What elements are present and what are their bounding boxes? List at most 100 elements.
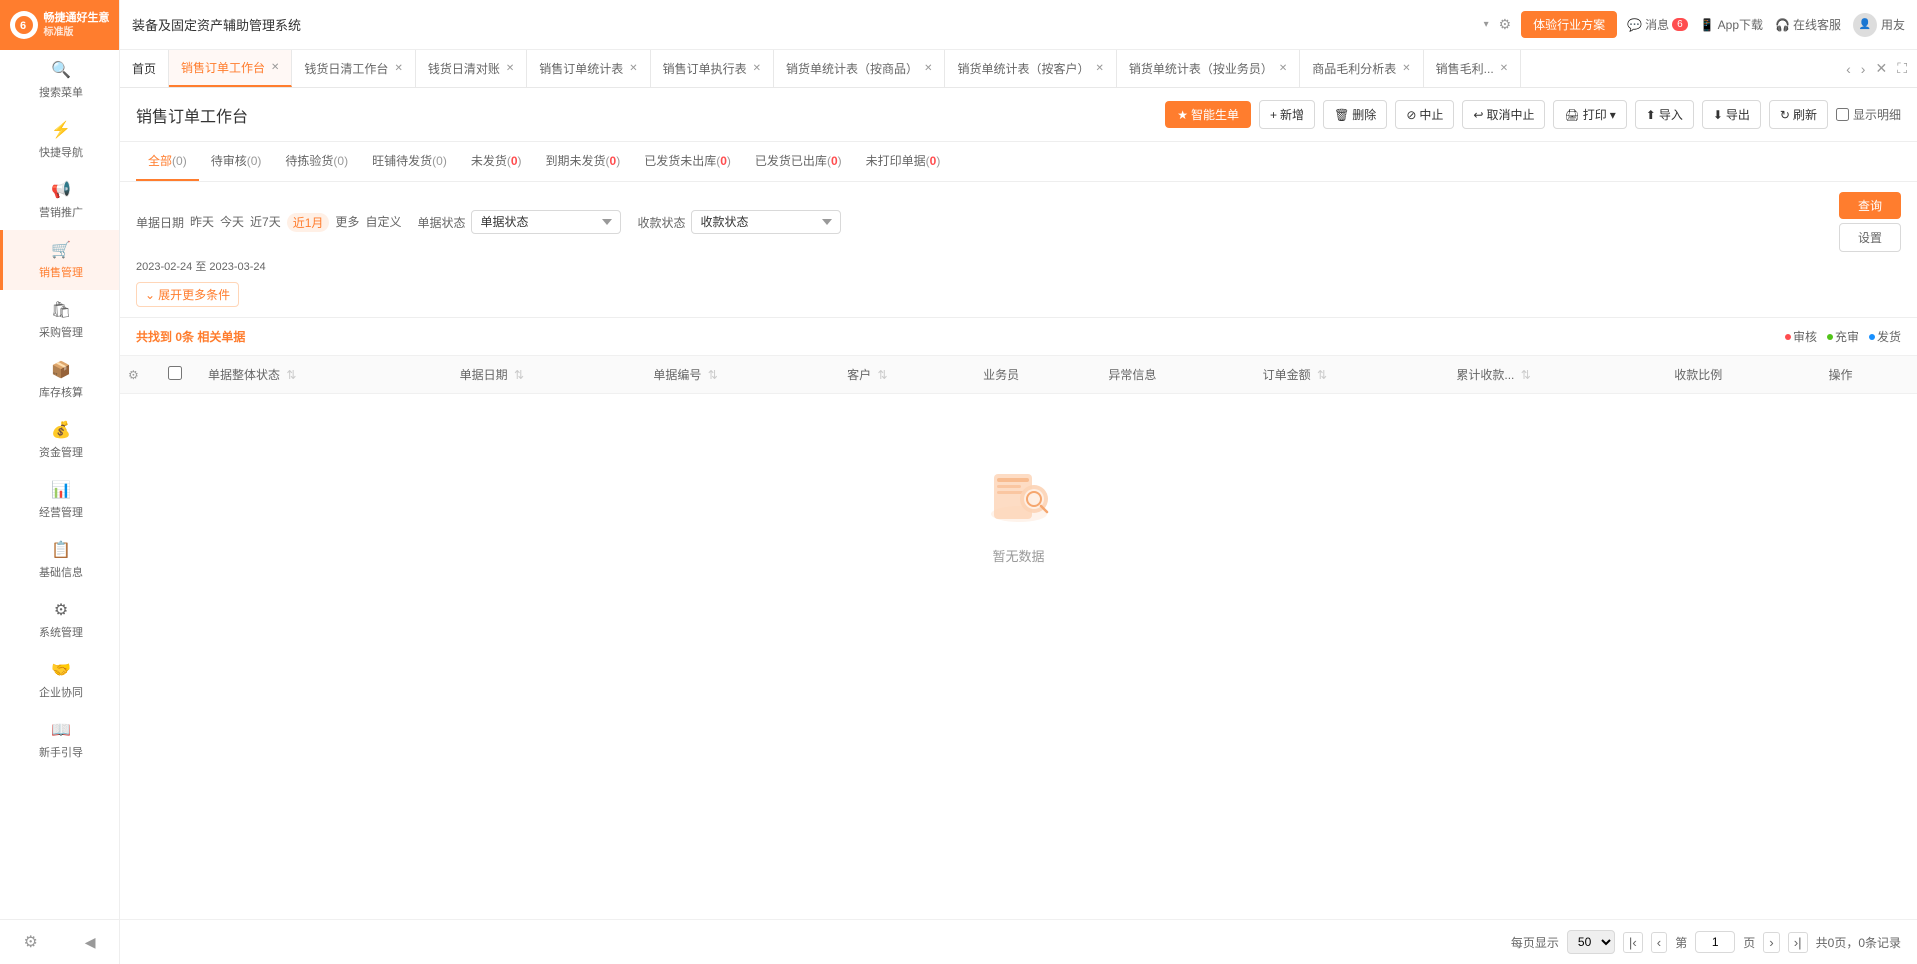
cancel-review-dot [1827, 334, 1833, 340]
settings-icon[interactable]: ⚙ [1499, 16, 1512, 33]
sidebar-item-quick-nav[interactable]: ⚡ 快捷导航 [0, 110, 119, 170]
sub-tab-all[interactable]: 全部 ( 0 ) [136, 142, 199, 181]
message-btn[interactable]: 💬 消息 6 [1627, 16, 1688, 33]
box-icon: 📦 [51, 360, 71, 380]
tab-close-cash-daily[interactable]: ✕ [394, 63, 402, 74]
tab-home[interactable]: 首页 [120, 50, 169, 87]
tab-cash-reconcile[interactable]: 钱货日清对账 ✕ [416, 50, 527, 87]
settings-col-icon[interactable]: ⚙ [128, 368, 139, 382]
tab-close-sales-stat3[interactable]: ✕ [1095, 63, 1103, 74]
sub-tab-pending-review[interactable]: 待审核 ( 0 ) [199, 142, 274, 181]
tab-cash-daily[interactable]: 钱货日清工作台 ✕ [292, 50, 415, 87]
sidebar-item-marketing[interactable]: 📢 营销推广 [0, 170, 119, 230]
first-page-btn[interactable]: |‹ [1623, 932, 1643, 953]
last-page-btn[interactable]: ›| [1788, 932, 1808, 953]
prev-page-btn[interactable]: ‹ [1651, 932, 1667, 953]
tab-sales-workbench[interactable]: 销售订单工作台 ✕ [169, 50, 292, 87]
print-btn[interactable]: 🖨 打印 ▾ [1553, 100, 1626, 129]
sidebar-item-basic-info[interactable]: 📋 基础信息 [0, 530, 119, 590]
sub-tab-pending-inspect[interactable]: 待拣验货 ( 0 ) [273, 142, 360, 181]
sub-tab-wangpu[interactable]: 旺铺待发货 ( 0 ) [360, 142, 459, 181]
date-custom[interactable]: 自定义 [365, 213, 401, 232]
tab-close-cash-reconcile[interactable]: ✕ [506, 63, 514, 74]
sort-collected-icon[interactable]: ⇅ [1521, 368, 1531, 382]
sidebar-item-system[interactable]: ⚙ 系统管理 [0, 590, 119, 650]
tab-fullscreen-btn[interactable]: ⛶ [1893, 58, 1911, 79]
refresh-btn[interactable]: ↻ 刷新 [1769, 100, 1828, 129]
sidebar-item-purchase[interactable]: 🛍 采购管理 [0, 290, 119, 350]
smart-create-btn[interactable]: ★ 智能生单 [1165, 101, 1251, 128]
sort-status-icon[interactable]: ⇅ [286, 368, 296, 382]
tab-sales-exec[interactable]: 销售订单执行表 ✕ [651, 50, 774, 87]
sidebar-item-operation[interactable]: 📊 经营管理 [0, 470, 119, 530]
add-btn[interactable]: + 新增 [1259, 100, 1315, 129]
app-download-btn[interactable]: 📱 App下载 [1700, 16, 1763, 33]
sidebar-settings-icon[interactable]: ⚙ [23, 932, 37, 952]
delete-btn[interactable]: 🗑 删除 [1323, 100, 1387, 129]
expand-btn[interactable]: ⌄ 展开更多条件 [136, 282, 239, 307]
next-page-btn[interactable]: › [1763, 932, 1779, 953]
tab-next-btn[interactable]: › [1857, 59, 1870, 79]
tab-close-margin[interactable]: ✕ [1402, 63, 1410, 74]
tab-close-sales-workbench[interactable]: ✕ [271, 62, 279, 73]
tab-sales-more[interactable]: 销售毛利... ✕ [1424, 50, 1521, 87]
sub-tab-expired[interactable]: 到期未发货 ( 0 ) [534, 142, 633, 181]
tab-sales-stat2[interactable]: 销货单统计表（按商品） ✕ [774, 50, 945, 87]
show-detail-checkbox[interactable] [1836, 108, 1849, 121]
payment-select[interactable]: 收款状态 [691, 210, 841, 234]
query-btn[interactable]: 查询 [1839, 192, 1901, 219]
date-yesterday[interactable]: 昨天 [190, 213, 214, 232]
expand-row: ⌄ 展开更多条件 [136, 282, 1901, 307]
sub-tab-shipped-not-out[interactable]: 已发货未出库 ( 0 ) [632, 142, 743, 181]
tab-close-sales-stat1[interactable]: ✕ [629, 63, 637, 74]
sidebar-item-inventory[interactable]: 📦 库存核算 [0, 350, 119, 410]
date-more[interactable]: 更多 [335, 213, 359, 232]
show-detail-label[interactable]: 显示明细 [1836, 106, 1901, 123]
tab-close-sales-more[interactable]: ✕ [1500, 63, 1508, 74]
sidebar-item-enterprise[interactable]: 🤝 企业协同 [0, 650, 119, 710]
sidebar-item-search[interactable]: 🔍 搜索菜单 [0, 50, 119, 110]
page-size-select[interactable]: 50 [1567, 930, 1615, 954]
sidebar-item-sales-mgmt[interactable]: 🛒 销售管理 [0, 230, 119, 290]
import-btn[interactable]: ⬆ 导入 [1635, 100, 1694, 129]
tab-close-sales-exec[interactable]: ✕ [753, 63, 761, 74]
sub-tab-not-shipped[interactable]: 未发货 ( 0 ) [459, 142, 534, 181]
page-input[interactable] [1695, 931, 1735, 953]
online-service-btn[interactable]: 🎧 在线客服 [1775, 16, 1841, 33]
status-select[interactable]: 单据状态 [471, 210, 621, 234]
industry-btn[interactable]: 体验行业方案 [1521, 11, 1617, 38]
logo-icon: 6 [10, 11, 38, 39]
export-btn[interactable]: ⬇ 导出 [1702, 100, 1761, 129]
date-1month[interactable]: 近1月 [287, 213, 330, 232]
sort-customer-icon[interactable]: ⇅ [877, 368, 887, 382]
sub-tab-shipped-out[interactable]: 已发货已出库 ( 0 ) [743, 142, 854, 181]
sort-date-icon[interactable]: ⇅ [514, 368, 524, 382]
table-scroll: ⚙ 单据整体状态 ⇅ 单据日期 ⇅ [120, 356, 1917, 919]
tab-sales-stat1[interactable]: 销售订单统计表 ✕ [527, 50, 650, 87]
tab-sales-stat4[interactable]: 销货单统计表（按业务员） ✕ [1117, 50, 1300, 87]
stop-btn[interactable]: ⊘ 中止 [1395, 100, 1454, 129]
user-info[interactable]: 👤 用友 [1853, 13, 1905, 37]
review-btn[interactable]: 审核 [1785, 328, 1817, 345]
ship-btn[interactable]: 发货 [1869, 328, 1901, 345]
date-7days[interactable]: 近7天 [250, 213, 281, 232]
sort-number-icon[interactable]: ⇅ [708, 368, 718, 382]
tab-margin[interactable]: 商品毛利分析表 ✕ [1300, 50, 1423, 87]
system-title-arrow[interactable]: ▾ [1484, 19, 1489, 30]
tab-sales-stat3[interactable]: 销货单统计表（按客户） ✕ [945, 50, 1116, 87]
sidebar-item-guide[interactable]: 📖 新手引导 [0, 710, 119, 770]
cancel-stop-btn[interactable]: ↩ 取消中止 [1462, 100, 1545, 129]
tab-close-all-btn[interactable]: ✕ [1871, 58, 1891, 79]
filter-setting-btn[interactable]: 设置 [1839, 223, 1901, 252]
cancel-review-btn[interactable]: 充审 [1827, 328, 1859, 345]
sidebar-collapse-icon[interactable]: ◀ [85, 934, 96, 951]
select-all-checkbox[interactable] [168, 366, 182, 380]
tab-prev-btn[interactable]: ‹ [1842, 59, 1855, 79]
tab-close-sales-stat4[interactable]: ✕ [1279, 63, 1287, 74]
sub-tab-not-printed[interactable]: 未打印单据 ( 0 ) [854, 142, 953, 181]
tab-close-sales-stat2[interactable]: ✕ [924, 63, 932, 74]
sidebar-item-finance[interactable]: 💰 资金管理 [0, 410, 119, 470]
content-area: 销售订单工作台 ★ 智能生单 + 新增 🗑 删除 ⊘ 中止 [120, 88, 1917, 964]
sort-amount-icon[interactable]: ⇅ [1317, 368, 1327, 382]
date-today[interactable]: 今天 [220, 213, 244, 232]
